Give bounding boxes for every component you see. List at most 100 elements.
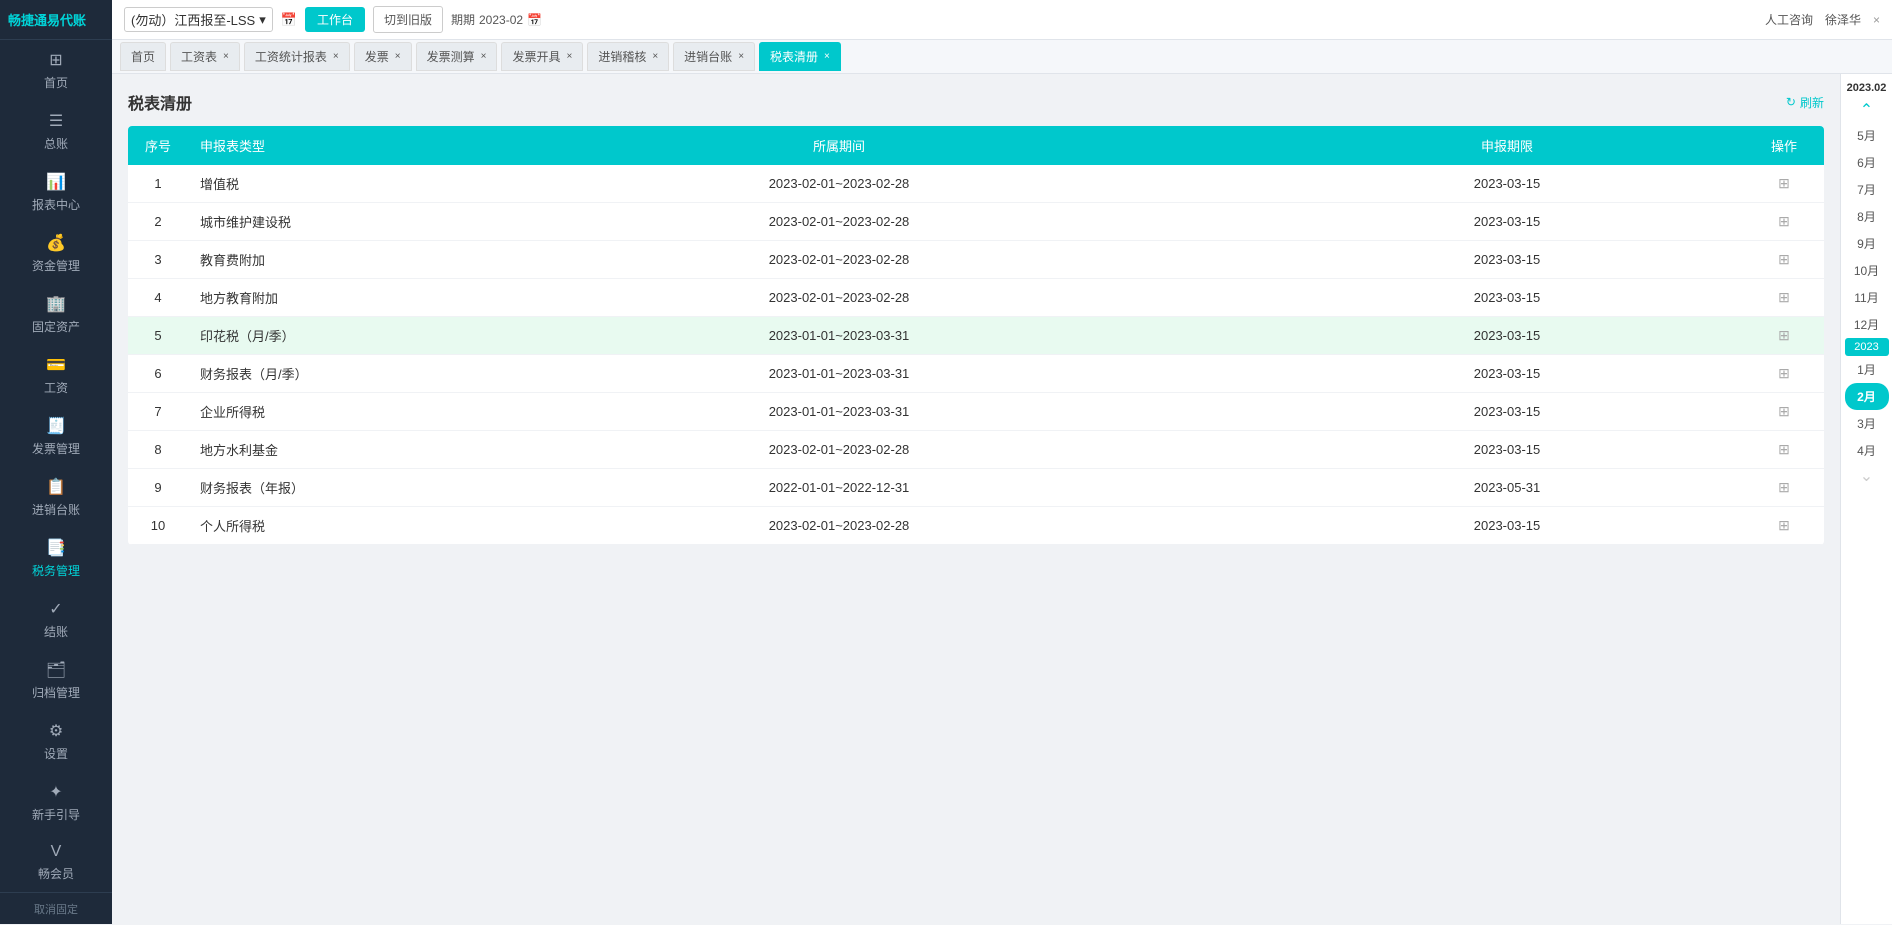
tab-invoice-issue-label: 发票开具 [512, 48, 560, 65]
cell-action: ⊞ [1744, 203, 1824, 241]
tax-table: 序号 申报表类型 所属期间 申报期限 操作 1 增值税 2023-02-01~2… [128, 126, 1824, 545]
dropdown-icon: ▾ [259, 12, 266, 28]
switch-old-button[interactable]: 切到旧版 [373, 6, 443, 33]
action-icon[interactable]: ⊞ [1778, 327, 1790, 343]
cal-month-3[interactable]: 3月 [1845, 410, 1889, 437]
tab-home[interactable]: 首页 [120, 42, 166, 71]
tab-purchase-check-close[interactable]: × [652, 51, 658, 62]
cell-deadline: 2023-03-15 [1270, 279, 1744, 317]
tab-salary-close[interactable]: × [223, 51, 229, 62]
workbench-button[interactable]: 工作台 [305, 7, 365, 32]
consulting-button[interactable]: 人工咨询 [1765, 11, 1813, 28]
company-label: (勿动）江西报至-LSS [131, 10, 255, 29]
archive-icon: 🗂 [46, 660, 66, 680]
cal-up-button[interactable]: ⌃ [1860, 98, 1873, 122]
sidebar-item-close[interactable]: ✓ 结账 [0, 589, 112, 650]
cal-down-button[interactable]: ⌄ [1860, 464, 1873, 488]
cal-year-2023[interactable]: 2023 [1845, 338, 1889, 356]
action-icon[interactable]: ⊞ [1778, 479, 1790, 495]
company-selector[interactable]: (勿动）江西报至-LSS ▾ [124, 7, 273, 32]
tab-invoice-issue[interactable]: 发票开具 × [501, 42, 583, 71]
cell-period: 2023-02-01~2023-02-28 [408, 279, 1270, 317]
period-calendar-icon: 📅 [527, 13, 542, 27]
cell-action: ⊞ [1744, 317, 1824, 355]
tab-invoice-issue-close[interactable]: × [566, 51, 572, 62]
cell-action: ⊞ [1744, 241, 1824, 279]
table-row: 2 城市维护建设税 2023-02-01~2023-02-28 2023-03-… [128, 203, 1824, 241]
action-icon[interactable]: ⊞ [1778, 251, 1790, 267]
unpin-button[interactable]: 取消固定 [0, 892, 112, 925]
sidebar-item-reports[interactable]: 📊 报表中心 [0, 162, 112, 223]
col-header-period: 所属期间 [408, 126, 1270, 165]
calendar-panel: 2023.02 ⌃ 5月 6月 7月 8月 9月 10月 11月 12月 202… [1840, 74, 1892, 924]
cell-period: 2023-01-01~2023-03-31 [408, 393, 1270, 431]
cal-month-7[interactable]: 7月 [1845, 176, 1889, 203]
action-icon[interactable]: ⊞ [1778, 403, 1790, 419]
content-area: 税表清册 ↻ 刷新 序号 申报表类型 所属期间 申报期限 操作 [112, 74, 1892, 924]
tab-invoice-calc[interactable]: 发票测算 × [416, 42, 498, 71]
tab-purchase-ledger-close[interactable]: × [738, 51, 744, 62]
action-icon[interactable]: ⊞ [1778, 365, 1790, 381]
cal-month-1[interactable]: 1月 [1845, 356, 1889, 383]
sidebar-item-settings[interactable]: ⚙ 设置 [0, 711, 112, 772]
cell-deadline: 2023-03-15 [1270, 203, 1744, 241]
action-icon[interactable]: ⊞ [1778, 517, 1790, 533]
sidebar-item-purchase-sales[interactable]: 📋 进销台账 [0, 467, 112, 528]
sidebar-label-home: 首页 [44, 74, 68, 91]
tab-invoice-close[interactable]: × [395, 51, 401, 62]
table-row: 3 教育费附加 2023-02-01~2023-02-28 2023-03-15… [128, 241, 1824, 279]
sidebar-label-guide: 新手引导 [32, 806, 80, 823]
sidebar-item-assets[interactable]: 🏢 固定资产 [0, 284, 112, 345]
cell-action: ⊞ [1744, 165, 1824, 203]
sidebar-label-assets: 固定资产 [32, 318, 80, 335]
sidebar-item-vip[interactable]: V 畅会员 [0, 833, 112, 892]
cell-type: 财务报表（月/季） [188, 355, 408, 393]
sidebar-item-guide[interactable]: ✦ 新手引导 [0, 772, 112, 833]
close-period-icon: ✓ [49, 599, 62, 619]
cal-month-9[interactable]: 9月 [1845, 230, 1889, 257]
sidebar-item-ledger[interactable]: ☰ 总账 [0, 101, 112, 162]
action-icon[interactable]: ⊞ [1778, 213, 1790, 229]
sidebar-item-archive[interactable]: 🗂 归档管理 [0, 650, 112, 711]
tab-invoice[interactable]: 发票 × [354, 42, 412, 71]
tab-salary[interactable]: 工资表 × [170, 42, 240, 71]
topbar-close-icon[interactable]: × [1873, 13, 1880, 27]
reports-icon: 📊 [46, 172, 66, 192]
cell-deadline: 2023-03-15 [1270, 355, 1744, 393]
sidebar-item-invoice[interactable]: 🧾 发票管理 [0, 406, 112, 467]
tab-tax-list-close[interactable]: × [824, 51, 830, 62]
table-row: 4 地方教育附加 2023-02-01~2023-02-28 2023-03-1… [128, 279, 1824, 317]
tab-purchase-ledger-label: 进销台账 [684, 48, 732, 65]
action-icon[interactable]: ⊞ [1778, 289, 1790, 305]
sidebar-item-tax[interactable]: 📑 税务管理 [0, 528, 112, 589]
refresh-label: 刷新 [1800, 94, 1824, 111]
cell-no: 1 [128, 165, 188, 203]
cal-month-2[interactable]: 2月 [1845, 383, 1889, 410]
action-icon[interactable]: ⊞ [1778, 175, 1790, 191]
refresh-button[interactable]: ↻ 刷新 [1786, 94, 1824, 111]
cell-action: ⊞ [1744, 393, 1824, 431]
tab-invoice-calc-close[interactable]: × [481, 51, 487, 62]
cal-month-11[interactable]: 11月 [1845, 284, 1889, 311]
period-value: 2023-02 [479, 13, 523, 27]
table-row: 9 财务报表（年报） 2022-01-01~2022-12-31 2023-05… [128, 469, 1824, 507]
tab-salary-stats[interactable]: 工资统计报表 × [244, 42, 350, 71]
sidebar-item-home[interactable]: ⊞ 首页 [0, 40, 112, 101]
cal-month-6[interactable]: 6月 [1845, 149, 1889, 176]
tab-tax-list[interactable]: 税表清册 × [759, 42, 841, 71]
tab-purchase-ledger[interactable]: 进销台账 × [673, 42, 755, 71]
sidebar-item-funds[interactable]: 💰 资金管理 [0, 223, 112, 284]
cell-no: 2 [128, 203, 188, 241]
tab-home-label: 首页 [131, 48, 155, 65]
cal-month-12[interactable]: 12月 [1845, 311, 1889, 338]
tab-tax-list-label: 税表清册 [770, 48, 818, 65]
cal-month-5[interactable]: 5月 [1845, 122, 1889, 149]
cal-month-4[interactable]: 4月 [1845, 437, 1889, 464]
tab-salary-stats-close[interactable]: × [333, 51, 339, 62]
cal-month-10[interactable]: 10月 [1845, 257, 1889, 284]
cal-month-8[interactable]: 8月 [1845, 203, 1889, 230]
action-icon[interactable]: ⊞ [1778, 441, 1790, 457]
cal-year-header: 2023.02 [1847, 78, 1887, 98]
sidebar-item-salary[interactable]: 💳 工资 [0, 345, 112, 406]
tab-purchase-check[interactable]: 进销稽核 × [587, 42, 669, 71]
